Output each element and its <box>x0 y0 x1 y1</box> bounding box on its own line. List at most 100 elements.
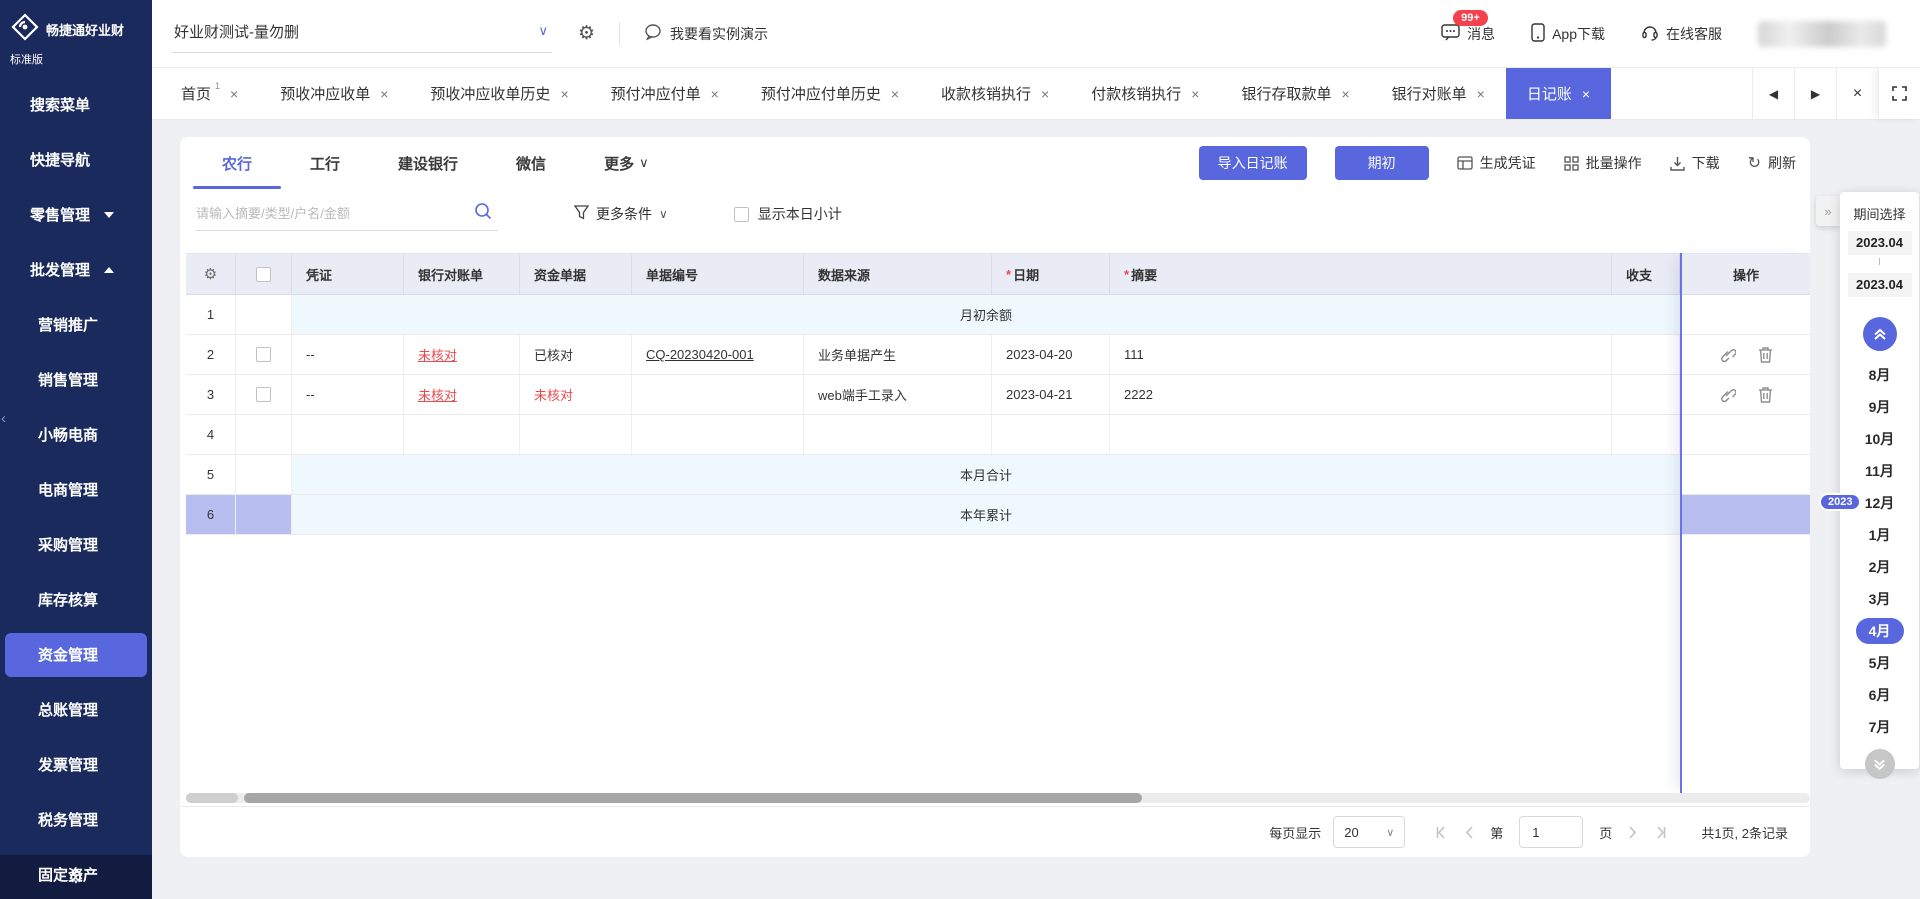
user-account-blurred[interactable] <box>1758 20 1886 47</box>
summary-value: 111 <box>1124 347 1144 362</box>
sidebar-item-13[interactable]: 发票管理 <box>0 737 152 792</box>
tab-close-icon[interactable]: × <box>1041 86 1049 102</box>
sidebar-item-5[interactable]: 营销推广 <box>0 297 152 352</box>
bank-tab-3[interactable]: 建设银行 <box>398 137 458 189</box>
sidebar-item-11[interactable]: 资金管理 <box>0 627 152 682</box>
tab-1[interactable]: 首页 1 × <box>160 68 259 119</box>
sidebar-item-7[interactable]: 小畅电商 <box>0 407 152 462</box>
show-daily-subtotal[interactable]: 显示本日小计 <box>733 204 842 224</box>
link-icon[interactable] <box>1719 386 1736 403</box>
tab-close-icon[interactable]: × <box>1477 86 1485 102</box>
tab-close-icon[interactable]: × <box>230 86 238 102</box>
month-item-10月[interactable]: 10月 <box>1840 423 1919 455</box>
tab-close-icon[interactable]: × <box>380 86 388 102</box>
sidebar-item-9[interactable]: 采购管理 <box>0 517 152 572</box>
bank-tab-2[interactable]: 工行 <box>310 137 340 189</box>
sidebar-item-3[interactable]: 零售管理 <box>0 187 152 242</box>
bank-tab-4[interactable]: 微信 <box>516 137 546 189</box>
messages-button[interactable]: 99+ 消息 <box>1441 9 1495 44</box>
scroll-months-down-button[interactable] <box>1864 749 1895 779</box>
link-icon[interactable] <box>1719 346 1736 363</box>
delete-icon[interactable] <box>1758 386 1773 403</box>
refresh-button[interactable]: ↻ 刷新 <box>1748 153 1796 173</box>
sidebar-item-14[interactable]: 税务管理 <box>0 792 152 847</box>
search-input[interactable] <box>196 206 446 221</box>
sidebar-collapse-arrow-icon[interactable]: ‹ <box>1 410 6 427</box>
delete-icon[interactable] <box>1758 346 1773 363</box>
download-button[interactable]: 下载 <box>1669 153 1720 173</box>
scrollbar-thumb[interactable] <box>244 793 1142 803</box>
more-conditions-button[interactable]: 更多条件 ∨ <box>573 204 668 224</box>
tab-9[interactable]: 银行对账单 × <box>1371 68 1506 119</box>
tab-close-icon[interactable]: × <box>560 86 568 102</box>
fullscreen-icon[interactable] <box>1878 68 1920 119</box>
month-item-7月[interactable]: 7月 <box>1840 711 1919 743</box>
page-input[interactable] <box>1519 816 1584 848</box>
search-icon[interactable] <box>474 202 492 225</box>
batch-operation-button[interactable]: 批量操作 <box>1563 153 1642 173</box>
month-item-3月[interactable]: 3月 <box>1840 583 1919 615</box>
demo-link[interactable]: 我要看实例演示 <box>644 23 768 44</box>
period-panel-collapse-icon[interactable]: » <box>1816 196 1840 226</box>
tab-6[interactable]: 收款核销执行 × <box>920 68 1070 119</box>
sidebar-item-12[interactable]: 总账管理 <box>0 682 152 737</box>
month-item-6月[interactable]: 6月 <box>1840 679 1919 711</box>
scroll-months-up-button[interactable] <box>1862 317 1897 351</box>
row-checkbox[interactable] <box>256 387 271 402</box>
sidebar-item-8[interactable]: 电商管理 <box>0 462 152 517</box>
bank-reconcile-status[interactable]: 未核对 <box>418 345 457 364</box>
next-page-icon[interactable] <box>1628 825 1638 839</box>
tab-2[interactable]: 预收冲应收单 × <box>259 68 409 119</box>
horizontal-scrollbar[interactable] <box>186 793 1810 803</box>
month-item-9月[interactable]: 9月 <box>1840 391 1919 423</box>
sidebar-item-4[interactable]: 批发管理 <box>0 242 152 297</box>
sidebar-item-2[interactable]: 快捷导航 <box>0 132 152 187</box>
generate-voucher-button[interactable]: 生成凭证 <box>1456 153 1536 173</box>
tab-close-icon[interactable]: × <box>1191 86 1199 102</box>
tab-close-icon[interactable]: × <box>1582 86 1590 102</box>
prev-page-icon[interactable] <box>1464 825 1474 839</box>
app-download-button[interactable]: App下载 <box>1531 22 1605 45</box>
import-journal-button[interactable]: 导入日记账 <box>1198 146 1307 180</box>
month-item-5月[interactable]: 5月 <box>1840 647 1919 679</box>
tab-scroll-right-icon[interactable]: ▶ <box>1794 68 1836 119</box>
online-service-button[interactable]: 在线客服 <box>1641 23 1722 44</box>
sidebar-item-10[interactable]: 库存核算 <box>0 572 152 627</box>
close-all-tabs-icon[interactable]: × <box>1836 68 1878 119</box>
bank-tab-1[interactable]: 农行 <box>222 137 252 189</box>
per-page-select[interactable]: 20 ∨ <box>1333 816 1406 848</box>
month-item-2月[interactable]: 2月 <box>1840 551 1919 583</box>
tab-3[interactable]: 预收冲应收单历史 × <box>409 68 589 119</box>
period-to[interactable]: 2023.04 <box>1847 273 1912 297</box>
column-settings-gear-icon[interactable]: ⚙ <box>186 254 236 294</box>
month-item-1月[interactable]: 1月 <box>1840 519 1919 551</box>
tab-close-icon[interactable]: × <box>711 86 719 102</box>
tab-5[interactable]: 预付冲应付单历史 × <box>740 68 920 119</box>
bank-tab-label: 微信 <box>516 155 547 173</box>
month-item-8月[interactable]: 8月 <box>1840 359 1919 391</box>
bank-reconcile-status[interactable]: 未核对 <box>418 385 457 404</box>
month-item-11月[interactable]: 11月 <box>1840 455 1919 487</box>
bank-tab-5[interactable]: 更多 ∨ <box>604 137 649 189</box>
period-from[interactable]: 2023.04 <box>1847 231 1912 255</box>
doc-number-link[interactable]: CQ-20230420-001 <box>646 347 754 362</box>
workspace-gear-icon[interactable]: ⚙ <box>578 22 595 45</box>
daily-subtotal-checkbox[interactable] <box>733 206 749 222</box>
tab-7[interactable]: 付款核销执行 × <box>1070 68 1220 119</box>
select-all-checkbox[interactable] <box>256 266 271 282</box>
tab-close-icon[interactable]: × <box>891 86 899 102</box>
sidebar-item-6[interactable]: 销售管理 <box>0 352 152 407</box>
tab-4[interactable]: 预付冲应付单 × <box>590 68 740 119</box>
first-page-icon[interactable] <box>1435 825 1448 839</box>
month-item-4月[interactable]: 4月 <box>1840 615 1919 647</box>
tab-close-icon[interactable]: × <box>1341 86 1349 102</box>
workspace-selector[interactable]: 好业财测试-量勿删 ∨ <box>172 15 552 53</box>
last-page-icon[interactable] <box>1654 825 1667 839</box>
tab-10[interactable]: 日记账 × <box>1505 68 1612 119</box>
tab-8[interactable]: 银行存取款单 × <box>1220 68 1370 119</box>
sidebar-item-1[interactable]: 搜索菜单 <box>0 77 152 132</box>
tab-label: 预收冲应收单历史 <box>430 86 551 103</box>
row-checkbox[interactable] <box>256 347 271 362</box>
initial-balance-button[interactable]: 期初 <box>1334 146 1429 180</box>
tab-scroll-left-icon[interactable]: ◀ <box>1752 68 1794 119</box>
